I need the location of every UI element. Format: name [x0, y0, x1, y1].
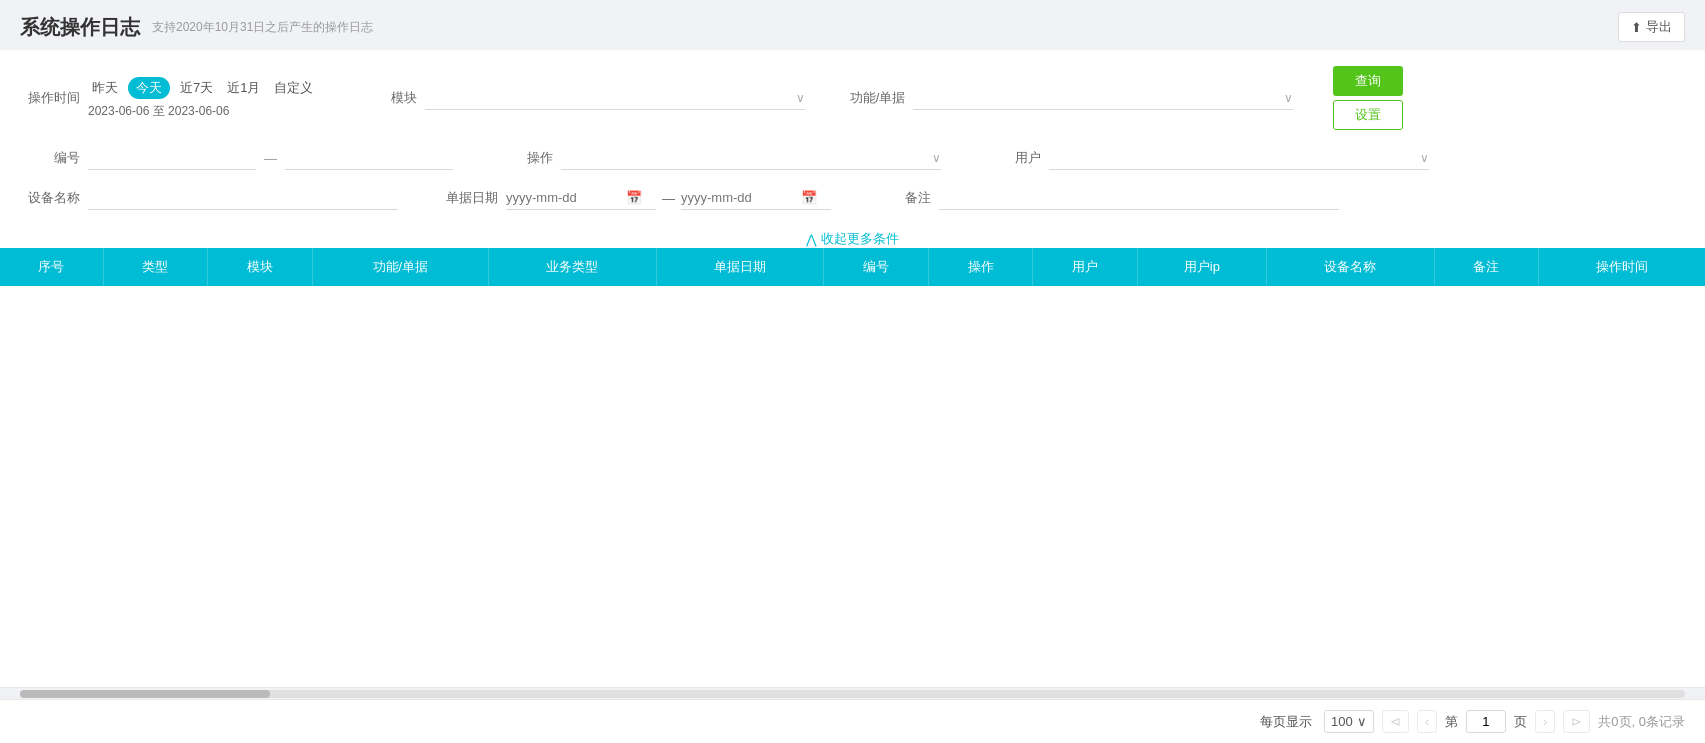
col-remark: 备注: [1434, 248, 1538, 286]
page-label: 第: [1445, 713, 1458, 731]
user-chevron-icon: ∨: [1420, 151, 1429, 165]
filter-section: 操作时间 昨天 今天 近7天 近1月 自定义 2023-06-06 至 2023…: [0, 50, 1705, 248]
function-select[interactable]: ∨: [913, 87, 1293, 110]
data-table: 序号 类型 模块 功能/单据 业务类型 单据日期 编号 操作 用户 用户ip 设…: [0, 248, 1705, 286]
pagination-bar: 每页显示 100 ∨ ⊲ ‹ 第 页 › ⊳ 共0页, 0条记录: [0, 699, 1705, 743]
col-module: 模块: [208, 248, 312, 286]
date-to-wrapper: 📅: [681, 186, 831, 210]
date-separator: —: [662, 191, 675, 206]
page-size-chevron-icon: ∨: [1357, 714, 1367, 729]
col-voucher-date: 单据日期: [656, 248, 824, 286]
col-operation-time: 操作时间: [1538, 248, 1705, 286]
collapse-row: ⋀ 收起更多条件: [20, 226, 1685, 248]
table-wrapper: 序号 类型 模块 功能/单据 业务类型 单据日期 编号 操作 用户 用户ip 设…: [0, 248, 1705, 687]
user-segment: 用户 ∨: [981, 147, 1429, 170]
export-button[interactable]: ⬆ 导出: [1618, 12, 1685, 42]
query-button[interactable]: 查询: [1333, 66, 1403, 96]
col-user-ip: 用户ip: [1137, 248, 1266, 286]
operation-label: 操作: [493, 149, 553, 167]
last-page-button[interactable]: ⊳: [1563, 710, 1590, 733]
page-size-label: 每页显示: [1260, 713, 1312, 731]
collapse-icon: ⋀: [806, 232, 817, 247]
date-range-wrapper: 📅 — 📅: [506, 186, 831, 210]
date-to-input[interactable]: [681, 190, 801, 205]
page-summary: 共0页, 0条记录: [1598, 713, 1685, 731]
module-segment: 模块 ∨: [357, 87, 805, 110]
operation-time-label: 操作时间: [20, 89, 80, 107]
scrollbar-thumb[interactable]: [20, 690, 270, 698]
device-name-label: 设备名称: [20, 189, 80, 207]
device-name-segment: 设备名称: [20, 186, 398, 210]
function-chevron-icon: ∨: [1284, 91, 1293, 105]
next-page-button[interactable]: ›: [1535, 710, 1555, 733]
col-seq: 序号: [0, 248, 103, 286]
custom-btn[interactable]: 自定义: [270, 77, 317, 99]
empty-area: [0, 286, 1705, 636]
date-from-wrapper: 📅: [506, 186, 656, 210]
first-page-button[interactable]: ⊲: [1382, 710, 1409, 733]
number-label: 编号: [20, 149, 80, 167]
col-operation: 操作: [928, 248, 1032, 286]
function-label: 功能/单据: [845, 89, 905, 107]
export-icon: ⬆: [1631, 20, 1642, 35]
user-select[interactable]: ∨: [1049, 147, 1429, 170]
calendar-from-icon[interactable]: 📅: [626, 190, 642, 205]
function-segment: 功能/单据 ∨: [845, 87, 1293, 110]
user-label: 用户: [981, 149, 1041, 167]
col-number: 编号: [824, 248, 928, 286]
table-header: 序号 类型 模块 功能/单据 业务类型 单据日期 编号 操作 用户 用户ip 设…: [0, 248, 1705, 286]
last1month-btn[interactable]: 近1月: [223, 77, 264, 99]
page-subtitle: 支持2020年10月31日之后产生的操作日志: [152, 19, 373, 36]
device-name-input[interactable]: [88, 186, 398, 210]
remark-input[interactable]: [939, 186, 1339, 210]
number-from-input[interactable]: [88, 146, 256, 170]
page-unit: 页: [1514, 713, 1527, 731]
time-filter-group: 昨天 今天 近7天 近1月 自定义 2023-06-06 至 2023-06-0…: [88, 77, 317, 120]
remark-label: 备注: [871, 189, 931, 207]
today-btn[interactable]: 今天: [128, 77, 170, 99]
action-buttons: 查询 设置: [1333, 66, 1403, 130]
col-device-name: 设备名称: [1266, 248, 1434, 286]
last7days-btn[interactable]: 近7天: [176, 77, 217, 99]
date-from-input[interactable]: [506, 190, 626, 205]
voucher-date-segment: 单据日期 📅 — 📅: [438, 186, 831, 210]
page-title: 系统操作日志: [20, 14, 140, 41]
module-chevron-icon: ∨: [796, 91, 805, 105]
page-number-input[interactable]: [1466, 710, 1506, 733]
time-range-display: 2023-06-06 至 2023-06-06: [88, 103, 317, 120]
filter-row-1: 操作时间 昨天 今天 近7天 近1月 自定义 2023-06-06 至 2023…: [20, 66, 1685, 130]
scrollbar-track: [20, 690, 1685, 698]
prev-page-button[interactable]: ‹: [1417, 710, 1437, 733]
module-select[interactable]: ∨: [425, 87, 805, 110]
col-function: 功能/单据: [312, 248, 488, 286]
page-size-select[interactable]: 100 ∨: [1324, 710, 1374, 733]
col-user: 用户: [1033, 248, 1137, 286]
operation-time-segment: 操作时间 昨天 今天 近7天 近1月 自定义 2023-06-06 至 2023…: [20, 77, 317, 120]
operation-segment: 操作 ∨: [493, 147, 941, 170]
number-segment: 编号 —: [20, 146, 453, 170]
operation-select[interactable]: ∨: [561, 147, 941, 170]
page-size-value: 100: [1331, 714, 1353, 729]
remark-segment: 备注: [871, 186, 1339, 210]
horizontal-scrollbar[interactable]: [0, 687, 1705, 699]
yesterday-btn[interactable]: 昨天: [88, 77, 122, 99]
operation-chevron-icon: ∨: [932, 151, 941, 165]
number-to-input[interactable]: [285, 146, 453, 170]
number-separator: —: [264, 151, 277, 166]
filter-row-2: 编号 — 操作 ∨ 用户 ∨: [20, 146, 1685, 170]
calendar-to-icon[interactable]: 📅: [801, 190, 817, 205]
voucher-date-label: 单据日期: [438, 189, 498, 207]
page-header: 系统操作日志 支持2020年10月31日之后产生的操作日志 ⬆ 导出: [0, 0, 1705, 50]
col-biz-type: 业务类型: [489, 248, 657, 286]
module-label: 模块: [357, 89, 417, 107]
col-type: 类型: [103, 248, 207, 286]
filter-row-3: 设备名称 单据日期 📅 — 📅: [20, 186, 1685, 210]
settings-button[interactable]: 设置: [1333, 100, 1403, 130]
collapse-button[interactable]: ⋀ 收起更多条件: [806, 230, 899, 248]
